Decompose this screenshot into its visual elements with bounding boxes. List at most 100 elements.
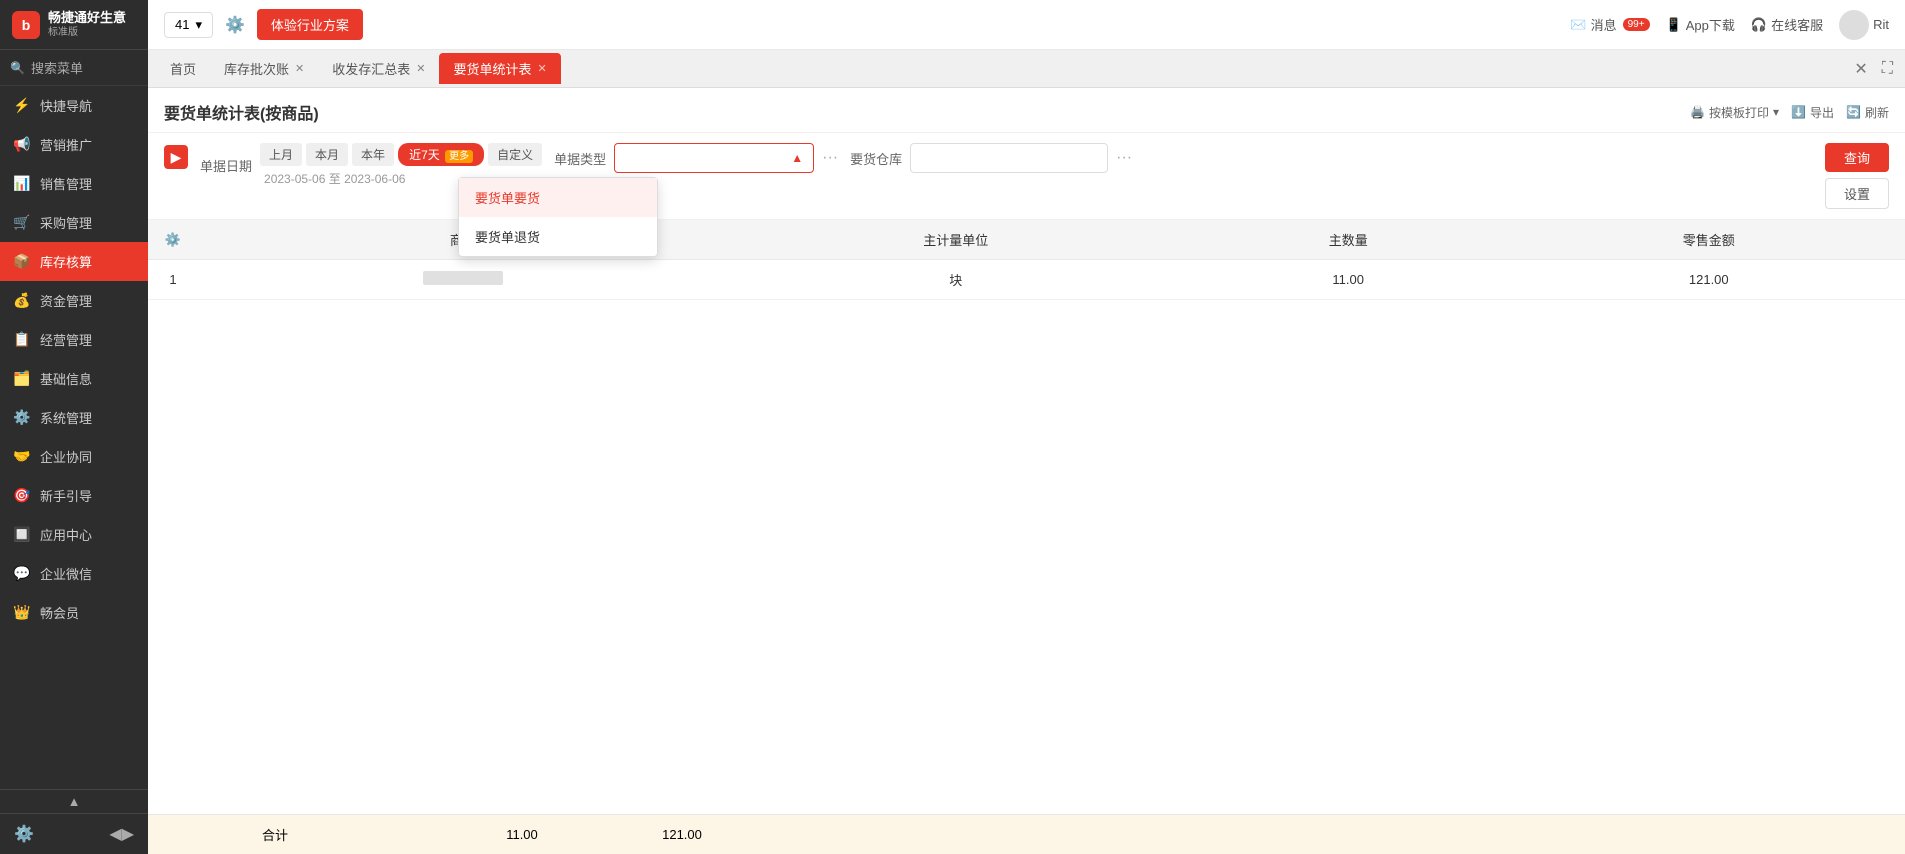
member-icon: 👑 <box>12 604 32 621</box>
sidebar-item-system[interactable]: ⚙️ 系统管理 <box>0 398 148 437</box>
user-avatar-area[interactable]: Rit <box>1839 10 1889 40</box>
sales-icon: 📊 <box>12 175 32 192</box>
marketing-icon: 📢 <box>12 136 32 153</box>
sidebar-item-sales-label: 销售管理 <box>40 174 136 193</box>
date-curr-btn[interactable]: 本月 <box>306 143 348 166</box>
tab-order-stat[interactable]: 要货单统计表 ✕ <box>439 53 560 84</box>
messages-icon: ✉️ <box>1570 17 1586 33</box>
sidebar-item-marketing[interactable]: 📢 营销推广 <box>0 125 148 164</box>
wechat-icon: 💬 <box>12 565 32 582</box>
tab-receive-summary-close[interactable]: ✕ <box>416 62 425 75</box>
sidebar-scroll-up[interactable]: ▲ <box>0 789 148 813</box>
quicknav-icon: ⚡ <box>12 97 32 114</box>
page-content: 要货单统计表(按商品) 🖨️ 按模板打印 ▾ ⬇️ 导出 🔄 刷新 ▶ <box>148 88 1905 854</box>
print-template-btn[interactable]: 🖨️ 按模板打印 ▾ <box>1690 104 1779 121</box>
sidebar-item-member[interactable]: 👑 畅会员 <box>0 593 148 632</box>
date-prev-btn[interactable]: 上月 <box>260 143 302 166</box>
filter-actions: 查询 设置 <box>1825 143 1889 209</box>
sidebar-item-inventory-label: 库存核算 <box>40 252 136 271</box>
footer-label: 合计 <box>222 825 422 844</box>
sidebar-item-marketing-label: 营销推广 <box>40 135 136 154</box>
tab-close-all-icon[interactable]: ✕ <box>1850 55 1871 83</box>
print-chevron-icon: ▾ <box>1773 105 1779 119</box>
tab-inventory-batch-close[interactable]: ✕ <box>295 62 304 75</box>
sidebar-item-enterprise-label: 企业协同 <box>40 447 136 466</box>
sidebar-item-operations[interactable]: 📋 经营管理 <box>0 320 148 359</box>
date-custom-btn[interactable]: 自定义 <box>488 143 542 166</box>
sidebar-item-enterprise[interactable]: 🤝 企业协同 <box>0 437 148 476</box>
app-download-label: App下载 <box>1686 15 1735 34</box>
sidebar-item-sales[interactable]: 📊 销售管理 <box>0 164 148 203</box>
row-amount: 121.00 <box>1513 260 1905 300</box>
sidebar-item-system-label: 系统管理 <box>40 408 136 427</box>
date-more-badge: 更多 <box>445 150 473 163</box>
app-download-item[interactable]: 📱 App下载 <box>1666 15 1735 34</box>
tab-receive-summary-label: 收发存汇总表 <box>332 59 410 78</box>
warehouse-filter-more-icon[interactable]: ··· <box>1116 149 1132 167</box>
sidebar-collapse-icon[interactable]: ◀▶ <box>109 824 134 844</box>
col-settings-icon[interactable]: ⚙️ <box>165 232 181 247</box>
sidebar-nav: ⚡ 快捷导航 📢 营销推广 📊 销售管理 🛒 采购管理 📦 库存核算 💰 资金管… <box>0 86 148 789</box>
sidebar-item-basic-label: 基础信息 <box>40 369 136 388</box>
topbar-dropdown[interactable]: 41 ▾ <box>164 12 213 38</box>
col-settings[interactable]: ⚙️ <box>148 220 198 260</box>
tab-receive-summary[interactable]: 收发存汇总表 ✕ <box>318 53 439 84</box>
sidebar-item-appstore[interactable]: 🔲 应用中心 <box>0 515 148 554</box>
sidebar-item-finance-label: 资金管理 <box>40 291 136 310</box>
avatar <box>1839 10 1869 40</box>
logo-text: 畅捷通好生意 标准版 <box>48 10 126 40</box>
tab-inventory-batch[interactable]: 库存批次账 ✕ <box>210 53 318 84</box>
type-filter-select[interactable]: ▲ <box>614 143 814 173</box>
tab-order-stat-close[interactable]: ✕ <box>538 62 547 75</box>
sidebar-item-inventory[interactable]: 📦 库存核算 <box>0 242 148 281</box>
settings-btn[interactable]: 设置 <box>1825 178 1889 209</box>
tab-expand-icon[interactable]: ⛶ <box>1878 56 1897 82</box>
sidebar-search-item[interactable]: 🔍 搜索菜单 <box>0 50 148 86</box>
query-btn[interactable]: 查询 <box>1825 143 1889 172</box>
topbar-left: 41 ▾ ⚙️ 体验行业方案 <box>164 9 1570 40</box>
basic-icon: 🗂️ <box>12 370 32 387</box>
online-service-item[interactable]: 🎧 在线客服 <box>1751 15 1823 34</box>
sidebar-item-guide[interactable]: 🎯 新手引导 <box>0 476 148 515</box>
table-row: 1 块 11.00 121.00 <box>148 260 1905 300</box>
col-amount: 零售金额 <box>1513 220 1905 260</box>
refresh-icon: 🔄 <box>1846 105 1861 119</box>
sidebar-item-quicknav[interactable]: ⚡ 快捷导航 <box>0 86 148 125</box>
export-icon: ⬇️ <box>1791 105 1806 119</box>
dropdown-item-order-return[interactable]: 要货单退货 <box>459 217 657 256</box>
page-actions: 🖨️ 按模板打印 ▾ ⬇️ 导出 🔄 刷新 <box>1690 104 1889 121</box>
type-filter-label: 单据类型 <box>554 149 606 168</box>
warehouse-filter-input[interactable] <box>910 143 1108 173</box>
dropdown-item-order-goods[interactable]: 要货单要货 <box>459 178 657 217</box>
filter-expand-btn[interactable]: ▶ <box>164 145 188 169</box>
messages-item[interactable]: ✉️ 消息 99+ <box>1570 15 1649 34</box>
tab-home[interactable]: 首页 <box>156 53 210 84</box>
row-qty: 11.00 <box>1184 260 1513 300</box>
topbar-gear-icon[interactable]: ⚙️ <box>225 15 245 35</box>
sidebar-item-basic[interactable]: 🗂️ 基础信息 <box>0 359 148 398</box>
refresh-btn[interactable]: 🔄 刷新 <box>1846 104 1889 121</box>
date-7days-btn[interactable]: 近7天 更多 <box>398 143 484 166</box>
online-service-label: 在线客服 <box>1771 15 1823 34</box>
warehouse-filter-label: 要货仓库 <box>850 149 902 168</box>
sidebar-item-quicknav-label: 快捷导航 <box>40 96 136 115</box>
topbar-dropdown-arrow: ▾ <box>195 17 202 33</box>
user-name: Rit <box>1873 17 1889 32</box>
sidebar-item-guide-label: 新手引导 <box>40 486 136 505</box>
sidebar-footer: ⚙️ ◀▶ <box>0 813 148 854</box>
type-filter-arrow[interactable]: ▲ <box>791 151 803 165</box>
search-icon: 🔍 <box>10 61 25 75</box>
type-filter-more-icon[interactable]: ··· <box>822 149 838 167</box>
download-icon: 📱 <box>1666 17 1682 33</box>
col-qty: 主数量 <box>1184 220 1513 260</box>
row-unit: 块 <box>728 260 1184 300</box>
sidebar-item-wechat[interactable]: 💬 企业微信 <box>0 554 148 593</box>
settings-gear-icon[interactable]: ⚙️ <box>14 824 34 844</box>
industry-btn[interactable]: 体验行业方案 <box>257 9 363 40</box>
tab-inventory-batch-label: 库存批次账 <box>224 59 289 78</box>
date-year-btn[interactable]: 本年 <box>352 143 394 166</box>
sidebar-item-finance[interactable]: 💰 资金管理 <box>0 281 148 320</box>
sidebar-item-purchase[interactable]: 🛒 采购管理 <box>0 203 148 242</box>
export-btn[interactable]: ⬇️ 导出 <box>1791 104 1834 121</box>
page-title: 要货单统计表(按商品) <box>164 100 319 124</box>
